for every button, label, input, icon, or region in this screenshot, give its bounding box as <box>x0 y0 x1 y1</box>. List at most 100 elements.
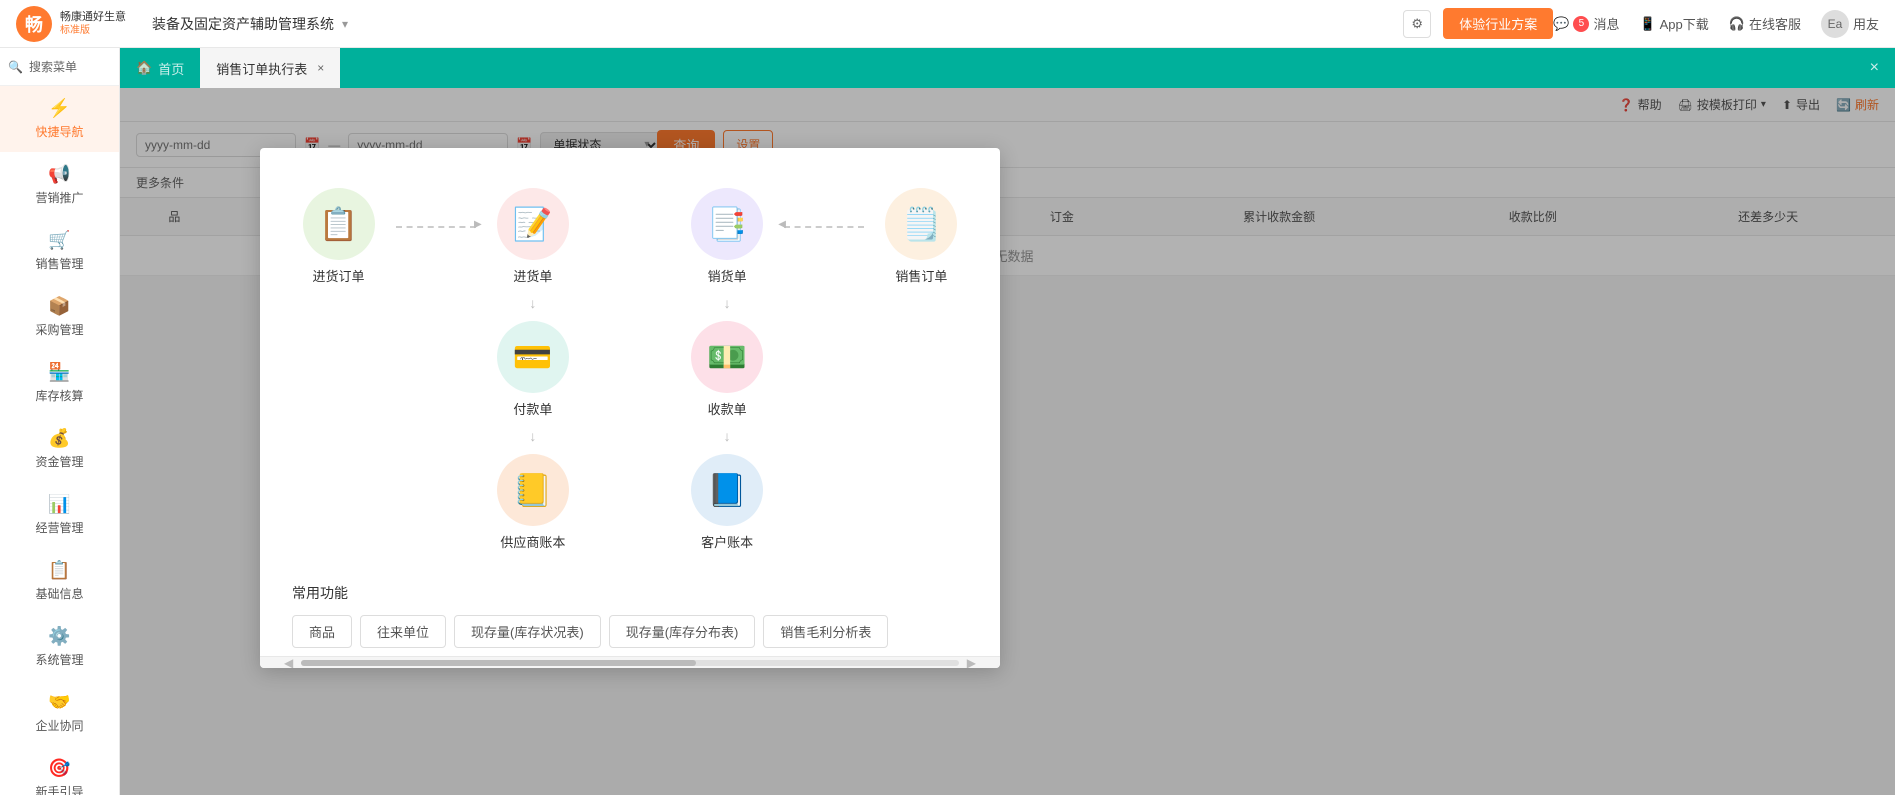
func-row-1: 商品 往来单位 现存量(库存状况表) 现存量(库存分布表) 销售毛利分析表 商品… <box>292 615 968 656</box>
app-logo-icon: 畅 <box>16 6 52 42</box>
down-arrow-purchase: ↓ <box>497 295 569 311</box>
chevron-down-icon[interactable]: ▾ <box>342 17 348 31</box>
quick-nav-icon: ⚡ <box>48 98 70 119</box>
sales-order-label: 销售订单 <box>895 266 947 285</box>
sales-order-node[interactable]: 🗒️ 销售订单 <box>885 188 957 285</box>
operation-icon: 📊 <box>48 494 70 515</box>
sidebar-item-inventory[interactable]: 🏪 库存核算 <box>0 350 119 416</box>
download-icon: 📱 <box>1639 16 1655 32</box>
system-title: 装备及固定资产辅助管理系统 ▾ <box>152 14 1403 34</box>
finance-icon: 💰 <box>48 428 70 449</box>
tab-home[interactable]: 🏠 首页 <box>120 48 200 88</box>
user-menu[interactable]: Ea 用友 <box>1821 10 1879 38</box>
supplier-ledger-label: 供应商账本 <box>500 532 565 551</box>
scroll-left-icon[interactable]: ◀ <box>284 656 293 669</box>
logo-area: 畅 畅康通好生意 标准版 <box>16 6 136 42</box>
modal-content: 📋 进货订单 ▶ <box>260 148 1000 656</box>
customer-ledger-label: 客户账本 <box>701 532 753 551</box>
content-area: 🏠 首页 销售订单执行表 × × ❓ 帮助 <box>120 48 1895 795</box>
sales-order-icon: 🗒️ <box>885 188 957 260</box>
modal-scrollbar: ◀ ▶ <box>260 656 1000 668</box>
tab-close-icon[interactable]: × <box>317 61 324 75</box>
sales-icon: 🛒 <box>48 230 70 251</box>
arrow-row-down: ↓ ↓ <box>292 285 968 321</box>
arrow-sales-order-to-bill: ◀ <box>784 226 864 248</box>
customer-ledger-node[interactable]: 📘 客户账本 <box>691 454 763 551</box>
scroll-right-icon[interactable]: ▶ <box>967 656 976 669</box>
scrollbar-thumb <box>301 660 696 666</box>
func-btn-partner[interactable]: 往来单位 <box>360 615 446 648</box>
down-arrow-payment: ↓ <box>497 428 569 444</box>
headset-icon: 🎧 <box>1729 16 1745 32</box>
common-functions-title: 常用功能 <box>292 583 968 603</box>
purchase-order-node[interactable]: 📋 进货订单 <box>303 188 375 285</box>
sidebar-item-system[interactable]: ⚙️ 系统管理 <box>0 614 119 680</box>
newuser-icon: 🎯 <box>48 758 70 779</box>
sidebar-item-purchase[interactable]: 📦 采购管理 <box>0 284 119 350</box>
message-icon: 💬 <box>1553 16 1569 32</box>
func-btn-stock-dist[interactable]: 现存量(库存分布表) <box>609 615 756 648</box>
sales-bill-label: 销货单 <box>708 266 747 285</box>
sidebar-item-enterprise[interactable]: 🤝 企业协同 <box>0 680 119 746</box>
arrow-row-down-2: ↓ ↓ <box>292 418 968 454</box>
flow-diagram: 📋 进货订单 ▶ <box>292 172 968 567</box>
payment-bill-label: 付款单 <box>513 399 552 418</box>
app-download-button[interactable]: 📱 App下载 <box>1639 14 1708 33</box>
purchase-order-label: 进货订单 <box>313 266 365 285</box>
purchase-bill-icon: 📝 <box>497 188 569 260</box>
purchase-bill-label: 进货单 <box>513 266 552 285</box>
customer-ledger-icon: 📘 <box>691 454 763 526</box>
payment-bill-node[interactable]: 💳 付款单 <box>497 321 569 418</box>
enterprise-icon: 🤝 <box>48 692 70 713</box>
func-btn-stock-status[interactable]: 现存量(库存状况表) <box>454 615 601 648</box>
receipt-bill-icon: 💵 <box>691 321 763 393</box>
sidebar-item-finance[interactable]: 💰 资金管理 <box>0 416 119 482</box>
online-service-button[interactable]: 🎧 在线客服 <box>1729 14 1801 33</box>
app-wrapper: 畅 畅康通好生意 标准版 装备及固定资产辅助管理系统 ▾ ⚙ 体验行业方案 💬 … <box>0 0 1895 795</box>
experience-btn[interactable]: 体验行业方案 <box>1443 8 1553 39</box>
sidebar-item-sales[interactable]: 🛒 销售管理 <box>0 218 119 284</box>
tab-sales-order[interactable]: 销售订单执行表 × <box>200 48 340 88</box>
common-functions: 常用功能 商品 往来单位 现存量(库存状况表) 现存量(库存分布表) 销售毛利分… <box>292 583 968 656</box>
func-btn-sales-profit[interactable]: 销售毛利分析表 <box>763 615 888 648</box>
search-menu-item[interactable]: 🔍 搜索菜单 <box>0 48 119 86</box>
down-arrow-receipt: ↓ <box>691 428 763 444</box>
down-arrow-sales: ↓ <box>691 295 763 311</box>
sidebar-item-basic[interactable]: 📋 基础信息 <box>0 548 119 614</box>
sidebar-item-marketing[interactable]: 📢 营销推广 <box>0 152 119 218</box>
supplier-ledger-node[interactable]: 📒 供应商账本 <box>497 454 569 551</box>
tab-bar: 🏠 首页 销售订单执行表 × × <box>120 48 1895 88</box>
func-btn-product[interactable]: 商品 <box>292 615 352 648</box>
payment-bill-icon: 💳 <box>497 321 569 393</box>
modal-overlay: 📋 进货订单 ▶ <box>120 88 1895 795</box>
system-icon: ⚙️ <box>48 626 70 647</box>
purchase-bill-node[interactable]: 📝 进货单 <box>497 188 569 285</box>
page-content: ❓ 帮助 🖨 按模板打印 ▾ ⬆ 导出 🔄 刷新 <box>120 88 1895 795</box>
sidebar-item-quick-nav[interactable]: ⚡ 快捷导航 <box>0 86 119 152</box>
top-right-area: 💬 5 消息 📱 App下载 🎧 在线客服 Ea 用友 <box>1553 10 1879 38</box>
basic-icon: 📋 <box>48 560 70 581</box>
top-bar: 畅 畅康通好生意 标准版 装备及固定资产辅助管理系统 ▾ ⚙ 体验行业方案 💬 … <box>0 0 1895 48</box>
gear-button[interactable]: ⚙ <box>1403 10 1431 38</box>
inventory-icon: 🏪 <box>48 362 70 383</box>
search-icon: 🔍 <box>8 60 23 74</box>
receipt-bill-node[interactable]: 💵 收款单 <box>691 321 763 418</box>
sidebar: 🔍 搜索菜单 ⚡ 快捷导航 📢 营销推广 🛒 销售管理 📦 采购管理 🏪 <box>0 48 120 795</box>
sidebar-item-newuser[interactable]: 🎯 新手引导 <box>0 746 119 795</box>
close-all-tabs-button[interactable]: × <box>1854 59 1895 77</box>
row3: 💳 付款单 💵 收款单 <box>292 321 968 418</box>
message-button[interactable]: 💬 5 消息 <box>1553 14 1619 33</box>
main-area: 🔍 搜索菜单 ⚡ 快捷导航 📢 营销推广 🛒 销售管理 📦 采购管理 🏪 <box>0 48 1895 795</box>
sales-bill-node[interactable]: 📑 销货单 <box>691 188 763 285</box>
scrollbar-track[interactable] <box>301 660 959 666</box>
user-avatar: Ea <box>1821 10 1849 38</box>
message-badge: 5 <box>1573 16 1589 32</box>
row5: 📒 供应商账本 📘 客户账本 <box>292 454 968 551</box>
purchase-icon: 📦 <box>48 296 70 317</box>
supplier-ledger-icon: 📒 <box>497 454 569 526</box>
marketing-icon: 📢 <box>48 164 70 185</box>
logo-text: 畅康通好生意 标准版 <box>60 10 126 37</box>
sidebar-item-operation[interactable]: 📊 经营管理 <box>0 482 119 548</box>
receipt-bill-label: 收款单 <box>708 399 747 418</box>
sales-bill-icon: 📑 <box>691 188 763 260</box>
